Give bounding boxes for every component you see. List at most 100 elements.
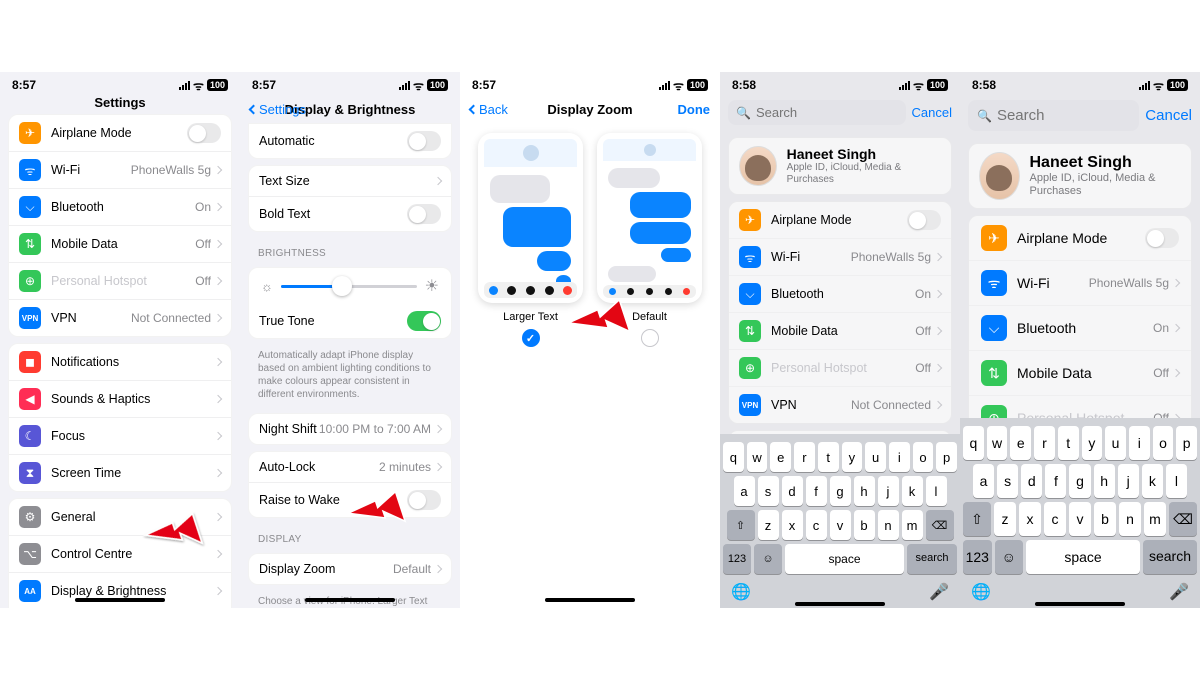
key-space[interactable]: space <box>1026 540 1140 574</box>
search-input[interactable] <box>997 107 1130 124</box>
key-y[interactable]: y <box>842 442 863 472</box>
key-r[interactable]: r <box>794 442 815 472</box>
key-i[interactable]: i <box>889 442 910 472</box>
row-bluetooth[interactable]: ⌵BluetoothOn <box>9 188 231 225</box>
row-text-size[interactable]: Text Size <box>249 166 451 196</box>
row-display-brightness[interactable]: AADisplay & Brightness <box>9 572 231 608</box>
key-w[interactable]: w <box>747 442 768 472</box>
row-mobile-data[interactable]: ⇅Mobile DataOff <box>729 312 951 349</box>
switch[interactable] <box>407 131 441 151</box>
key-l[interactable]: l <box>1166 464 1187 498</box>
key-a[interactable]: a <box>973 464 994 498</box>
row-airplane-mode[interactable]: ✈Airplane Mode <box>969 216 1191 260</box>
key-d[interactable]: d <box>1021 464 1042 498</box>
back-button[interactable]: Settings <box>250 102 306 117</box>
key-backspace[interactable]: ⌫ <box>926 510 954 540</box>
key-o[interactable]: o <box>913 442 934 472</box>
key-u[interactable]: u <box>865 442 886 472</box>
key-q[interactable]: q <box>963 426 984 460</box>
key-r[interactable]: r <box>1034 426 1055 460</box>
switch[interactable] <box>407 204 441 224</box>
key-space[interactable]: space <box>785 544 904 574</box>
back-button[interactable]: Back <box>470 102 508 117</box>
key-s[interactable]: s <box>758 476 779 506</box>
key-a[interactable]: a <box>734 476 755 506</box>
row-night-shift[interactable]: Night Shift 10:00 PM to 7:00 AM <box>249 414 451 444</box>
key-j[interactable]: j <box>1118 464 1139 498</box>
row-bluetooth[interactable]: ⌵BluetoothOn <box>969 305 1191 350</box>
key-w[interactable]: w <box>987 426 1008 460</box>
key-s[interactable]: s <box>997 464 1018 498</box>
key-shift[interactable]: ⇧ <box>727 510 755 540</box>
key-d[interactable]: d <box>782 476 803 506</box>
search-input[interactable] <box>756 105 898 120</box>
home-indicator[interactable] <box>795 602 885 606</box>
key-q[interactable]: q <box>723 442 744 472</box>
key-k[interactable]: k <box>902 476 923 506</box>
key-e[interactable]: e <box>770 442 791 472</box>
key-i[interactable]: i <box>1129 426 1150 460</box>
row-wi-fi[interactable]: ᯤWi-FiPhoneWalls 5g <box>9 151 231 188</box>
home-indicator[interactable] <box>75 598 165 602</box>
cancel-button[interactable]: Cancel <box>912 105 952 120</box>
key-n[interactable]: n <box>878 510 899 540</box>
mic-icon[interactable]: 🎤 <box>929 582 949 602</box>
key-j[interactable]: j <box>878 476 899 506</box>
switch[interactable] <box>187 123 221 143</box>
radio-unselected-icon[interactable] <box>641 329 659 347</box>
switch[interactable] <box>907 210 941 230</box>
key-y[interactable]: y <box>1082 426 1103 460</box>
row-wi-fi[interactable]: ᯤWi-FiPhoneWalls 5g <box>729 238 951 275</box>
key-p[interactable]: p <box>936 442 957 472</box>
row-mobile-data[interactable]: ⇅Mobile DataOff <box>969 350 1191 395</box>
row-automatic[interactable]: Automatic <box>249 124 451 158</box>
key-m[interactable]: m <box>902 510 923 540</box>
radio-selected-icon[interactable] <box>522 329 540 347</box>
key-l[interactable]: l <box>926 476 947 506</box>
key-f[interactable]: f <box>806 476 827 506</box>
key-h[interactable]: h <box>1094 464 1115 498</box>
key-search[interactable]: search <box>907 544 957 574</box>
key-b[interactable]: b <box>1094 502 1116 536</box>
key-o[interactable]: o <box>1153 426 1174 460</box>
key-x[interactable]: x <box>782 510 803 540</box>
row-personal-hotspot[interactable]: ⊕Personal HotspotOff <box>729 349 951 386</box>
row-focus[interactable]: ☾Focus <box>9 417 231 454</box>
key-z[interactable]: z <box>758 510 779 540</box>
switch[interactable] <box>1145 228 1179 248</box>
key-h[interactable]: h <box>854 476 875 506</box>
row-bold-text[interactable]: Bold Text <box>249 196 451 231</box>
row-bluetooth[interactable]: ⌵BluetoothOn <box>729 275 951 312</box>
row-profile[interactable]: Haneet Singh Apple ID, iCloud, Media & P… <box>969 144 1191 208</box>
globe-icon[interactable]: 🌐 <box>731 582 751 602</box>
key-c[interactable]: c <box>806 510 827 540</box>
switch[interactable] <box>407 311 441 331</box>
key-z[interactable]: z <box>994 502 1016 536</box>
row-mobile-data[interactable]: ⇅Mobile DataOff <box>9 225 231 262</box>
key-e[interactable]: e <box>1010 426 1031 460</box>
row-vpn[interactable]: VPNVPNNot Connected <box>729 386 951 423</box>
globe-icon[interactable]: 🌐 <box>971 582 991 602</box>
row-personal-hotspot[interactable]: ⊕Personal HotspotOff <box>9 262 231 299</box>
search-field[interactable]: 🔍 <box>728 100 906 125</box>
row-wi-fi[interactable]: ᯤWi-FiPhoneWalls 5g <box>969 260 1191 305</box>
key-k[interactable]: k <box>1142 464 1163 498</box>
row-notifications[interactable]: ◼Notifications <box>9 344 231 380</box>
mic-icon[interactable]: 🎤 <box>1169 582 1189 602</box>
row-airplane-mode[interactable]: ✈Airplane Mode <box>9 115 231 151</box>
key-numbers[interactable]: 123 <box>723 544 751 574</box>
row-auto-lock[interactable]: Auto-Lock 2 minutes <box>249 452 451 482</box>
home-indicator[interactable] <box>305 598 395 602</box>
key-u[interactable]: u <box>1105 426 1126 460</box>
key-p[interactable]: p <box>1176 426 1197 460</box>
done-button[interactable]: Done <box>678 102 711 117</box>
row-airplane-mode[interactable]: ✈Airplane Mode <box>729 202 951 238</box>
key-emoji[interactable]: ☺ <box>995 540 1024 574</box>
key-x[interactable]: x <box>1019 502 1041 536</box>
home-indicator[interactable] <box>545 598 635 602</box>
home-indicator[interactable] <box>1035 602 1125 606</box>
key-c[interactable]: c <box>1044 502 1066 536</box>
row-sounds-haptics[interactable]: ◀Sounds & Haptics <box>9 380 231 417</box>
row-true-tone[interactable]: True Tone <box>249 304 451 338</box>
key-n[interactable]: n <box>1119 502 1141 536</box>
